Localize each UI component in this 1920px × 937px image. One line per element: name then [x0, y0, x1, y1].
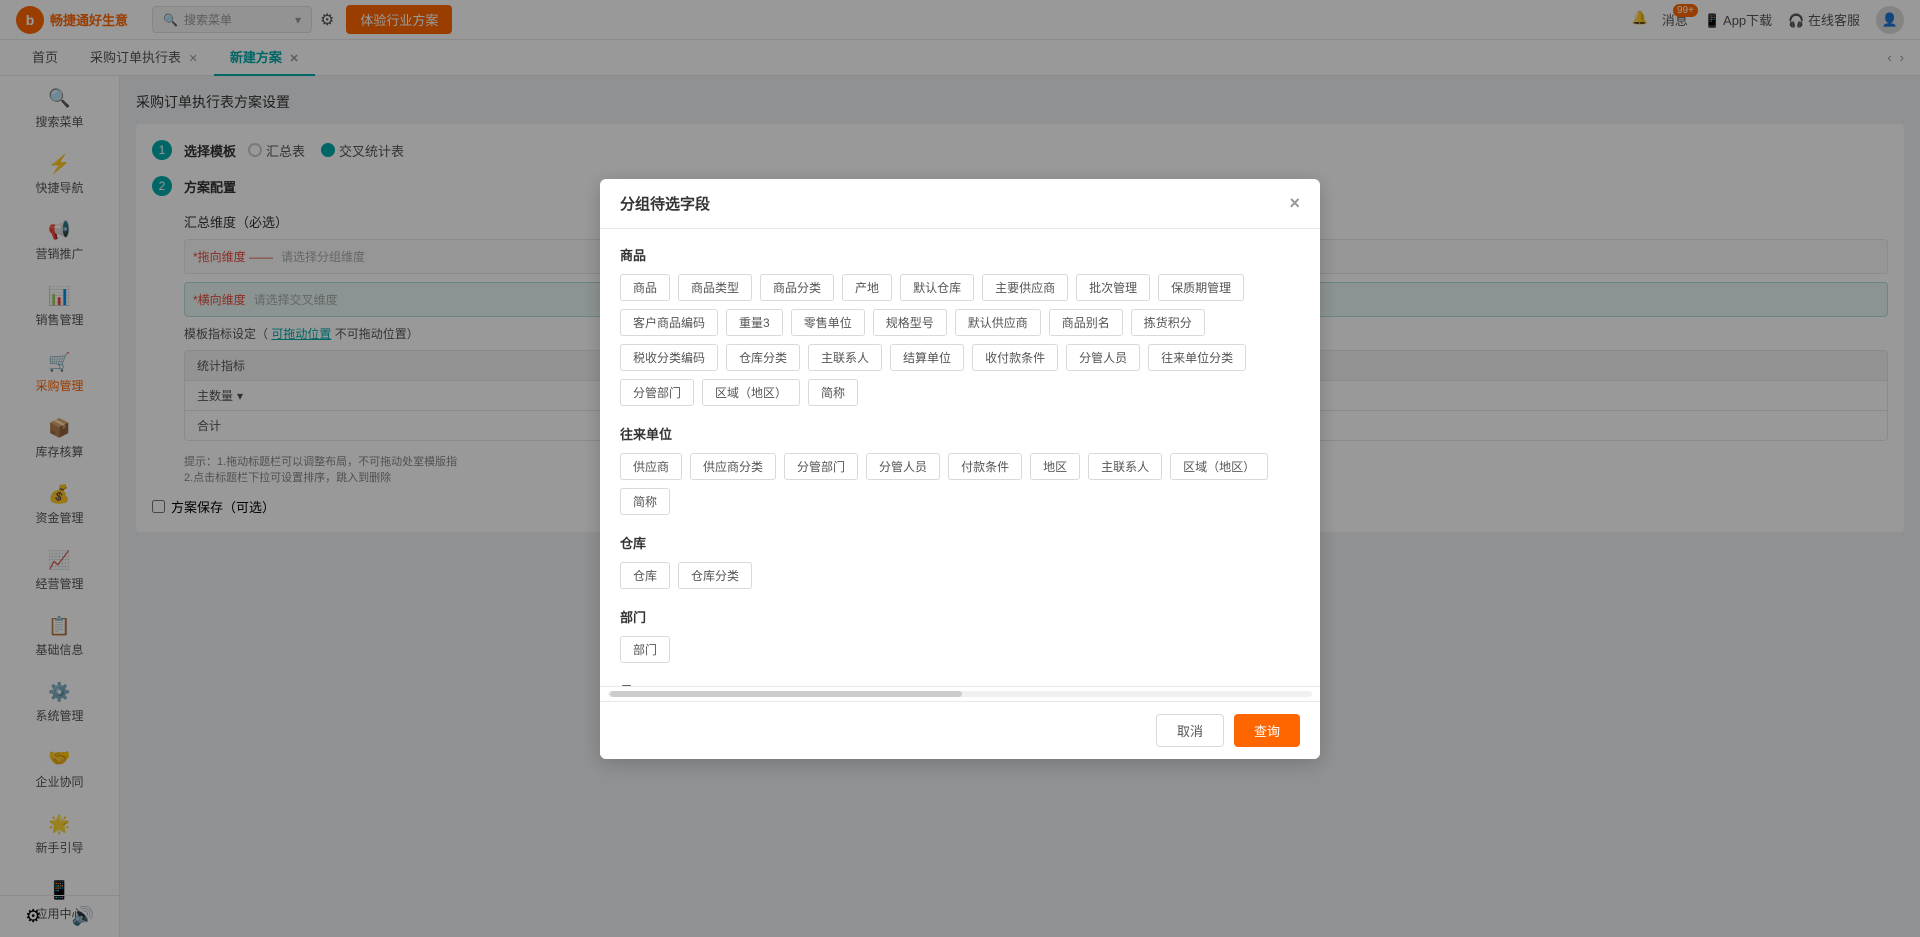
modal-footer: 取消 查询 — [600, 701, 1320, 759]
field-tag[interactable]: 主联系人 — [808, 344, 882, 371]
field-tag[interactable]: 供应商 — [620, 453, 682, 480]
field-tag[interactable]: 主要供应商 — [982, 274, 1068, 301]
hscroll-thumb — [610, 691, 962, 697]
warehouse-fields: 仓库 仓库分类 — [620, 562, 1300, 589]
section-product: 商品 商品 商品类型 商品分类 产地 默认仓库 主要供应商 批次管理 保质期管理… — [620, 245, 1300, 406]
field-tag[interactable]: 收付款条件 — [972, 344, 1058, 371]
field-tag[interactable]: 产地 — [842, 274, 892, 301]
field-tag[interactable]: 往来单位分类 — [1148, 344, 1246, 371]
modal-close-btn[interactable]: × — [1289, 193, 1300, 214]
field-tag[interactable]: 分管部门 — [784, 453, 858, 480]
modal-header: 分组待选字段 × — [600, 179, 1320, 229]
field-tag[interactable]: 商品 — [620, 274, 670, 301]
field-tag[interactable]: 默认仓库 — [900, 274, 974, 301]
dept-fields: 部门 — [620, 636, 1300, 663]
field-tag[interactable]: 仓库分类 — [678, 562, 752, 589]
field-tag[interactable]: 地区 — [1030, 453, 1080, 480]
confirm-button[interactable]: 查询 — [1234, 714, 1300, 747]
field-tag[interactable]: 部门 — [620, 636, 670, 663]
field-tag[interactable]: 主联系人 — [1088, 453, 1162, 480]
hscroll-track — [608, 691, 1312, 697]
section-product-title: 商品 — [620, 245, 1300, 264]
modal-body: 商品 商品 商品类型 商品分类 产地 默认仓库 主要供应商 批次管理 保质期管理… — [600, 229, 1320, 686]
field-tag[interactable]: 商品类型 — [678, 274, 752, 301]
section-warehouse: 仓库 仓库 仓库分类 — [620, 533, 1300, 589]
field-tag[interactable]: 仓库 — [620, 562, 670, 589]
field-tag[interactable]: 默认供应商 — [955, 309, 1041, 336]
field-tag[interactable]: 税收分类编码 — [620, 344, 718, 371]
field-tag[interactable]: 保质期管理 — [1158, 274, 1244, 301]
section-partner-title: 往来单位 — [620, 424, 1300, 443]
field-tag[interactable]: 零售单位 — [791, 309, 865, 336]
field-tag[interactable]: 重量3 — [726, 309, 783, 336]
field-tag[interactable]: 简称 — [808, 379, 858, 406]
field-tag[interactable]: 供应商分类 — [690, 453, 776, 480]
field-tag[interactable]: 分管部门 — [620, 379, 694, 406]
field-tag[interactable]: 批次管理 — [1076, 274, 1150, 301]
field-tag[interactable]: 仓库分类 — [726, 344, 800, 371]
partner-fields: 供应商 供应商分类 分管部门 分管人员 付款条件 地区 主联系人 区域（地区） … — [620, 453, 1300, 515]
cancel-button[interactable]: 取消 — [1156, 714, 1224, 747]
section-partner: 往来单位 供应商 供应商分类 分管部门 分管人员 付款条件 地区 主联系人 区域… — [620, 424, 1300, 515]
section-warehouse-title: 仓库 — [620, 533, 1300, 552]
field-tag[interactable]: 商品分类 — [760, 274, 834, 301]
field-tag[interactable]: 付款条件 — [948, 453, 1022, 480]
field-tag[interactable]: 客户商品编码 — [620, 309, 718, 336]
field-tag[interactable]: 结算单位 — [890, 344, 964, 371]
field-tag[interactable]: 商品别名 — [1049, 309, 1123, 336]
product-fields: 商品 商品类型 商品分类 产地 默认仓库 主要供应商 批次管理 保质期管理 客户… — [620, 274, 1300, 406]
modal-overlay: 分组待选字段 × 商品 商品 商品类型 商品分类 产地 默认仓库 主要供应商 批… — [0, 0, 1920, 937]
field-tag[interactable]: 区域（地区） — [1170, 453, 1268, 480]
field-tag[interactable]: 分管人员 — [866, 453, 940, 480]
modal-hscroll-bar[interactable] — [600, 686, 1320, 701]
section-department: 部门 部门 — [620, 607, 1300, 663]
field-tag[interactable]: 分管人员 — [1066, 344, 1140, 371]
section-dept-title: 部门 — [620, 607, 1300, 626]
field-tag[interactable]: 规格型号 — [873, 309, 947, 336]
field-tag[interactable]: 区域（地区） — [702, 379, 800, 406]
modal-title: 分组待选字段 — [620, 193, 710, 214]
field-tag[interactable]: 拣货积分 — [1131, 309, 1205, 336]
field-select-modal: 分组待选字段 × 商品 商品 商品类型 商品分类 产地 默认仓库 主要供应商 批… — [600, 179, 1320, 759]
field-tag[interactable]: 简称 — [620, 488, 670, 515]
